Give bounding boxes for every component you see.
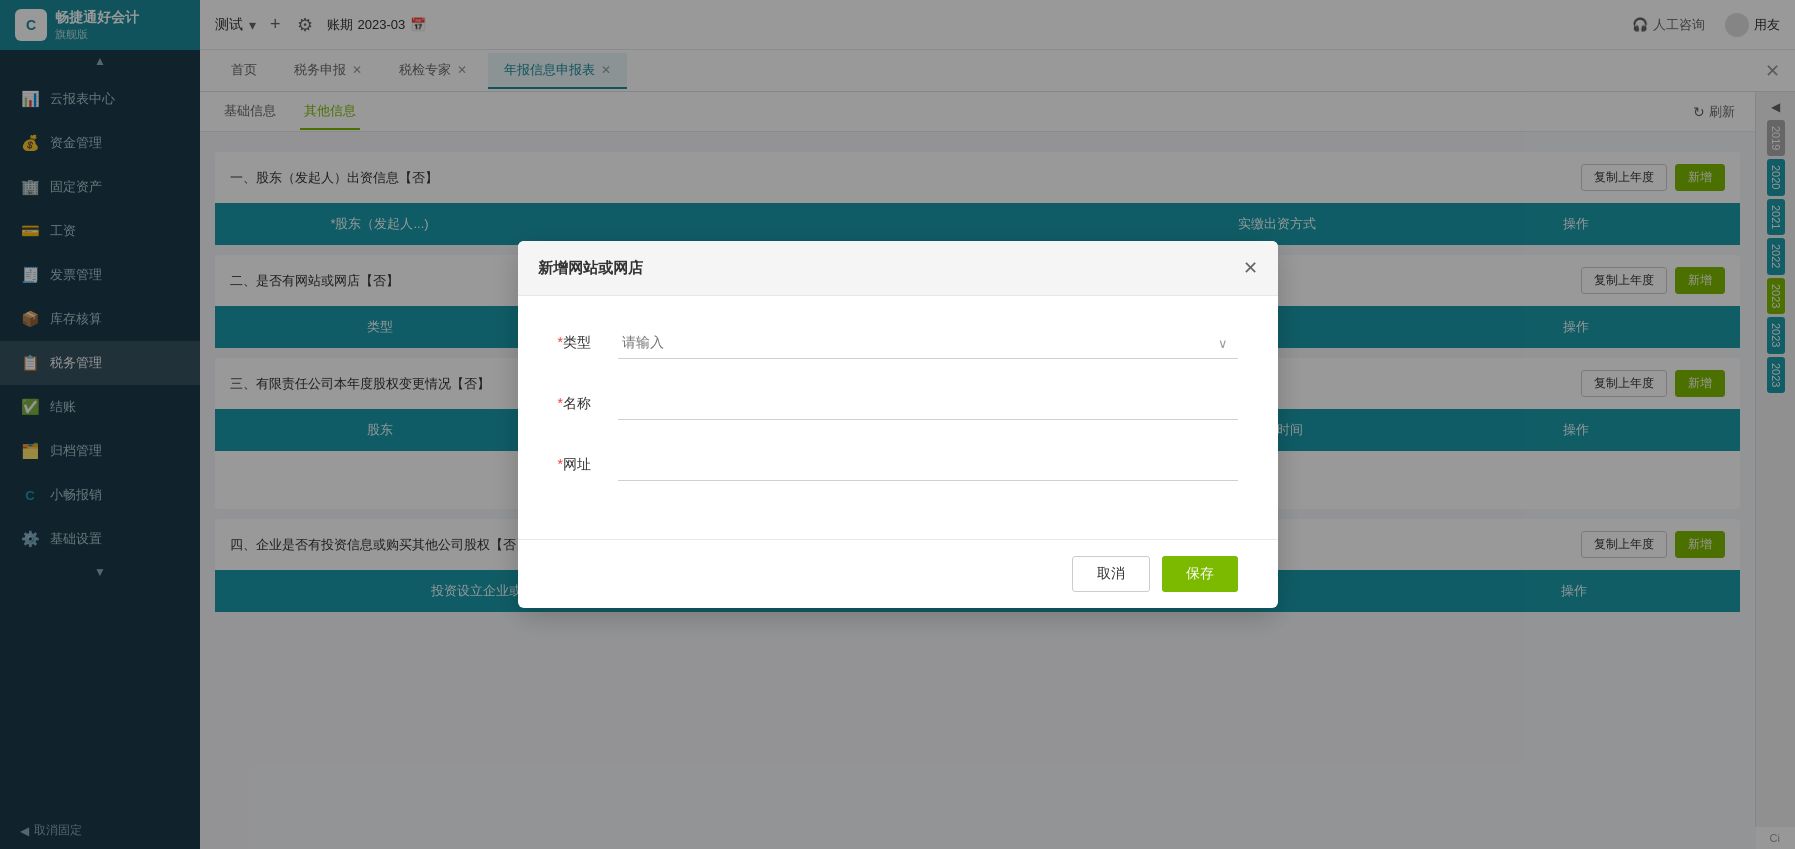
modal-close-button[interactable]: ✕ xyxy=(1243,257,1258,279)
form-row-url: *网址 xyxy=(558,448,1238,481)
form-label-name: *名称 xyxy=(558,395,618,413)
name-input[interactable] xyxy=(618,387,1238,420)
modal-title: 新增网站或网店 xyxy=(538,259,643,278)
form-row-type: *类型 ∨ xyxy=(558,326,1238,359)
type-input[interactable] xyxy=(618,326,1238,359)
modal-footer: 取消 保存 xyxy=(518,539,1278,608)
modal-body: *类型 ∨ *名称 *网址 xyxy=(518,296,1278,539)
type-dropdown-arrow-icon: ∨ xyxy=(1218,335,1228,350)
form-input-wrap-url xyxy=(618,448,1238,481)
modal-header: 新增网站或网店 ✕ xyxy=(518,241,1278,296)
cancel-button[interactable]: 取消 xyxy=(1072,556,1150,592)
save-button[interactable]: 保存 xyxy=(1162,556,1238,592)
form-input-wrap-type: ∨ xyxy=(618,326,1238,359)
form-input-wrap-name xyxy=(618,387,1238,420)
form-label-url: *网址 xyxy=(558,456,618,474)
url-input[interactable] xyxy=(618,448,1238,481)
form-label-type: *类型 xyxy=(558,334,618,352)
form-row-name: *名称 xyxy=(558,387,1238,420)
modal-overlay[interactable]: 新增网站或网店 ✕ *类型 ∨ *名称 xyxy=(0,0,1795,849)
add-website-modal: 新增网站或网店 ✕ *类型 ∨ *名称 xyxy=(518,241,1278,608)
